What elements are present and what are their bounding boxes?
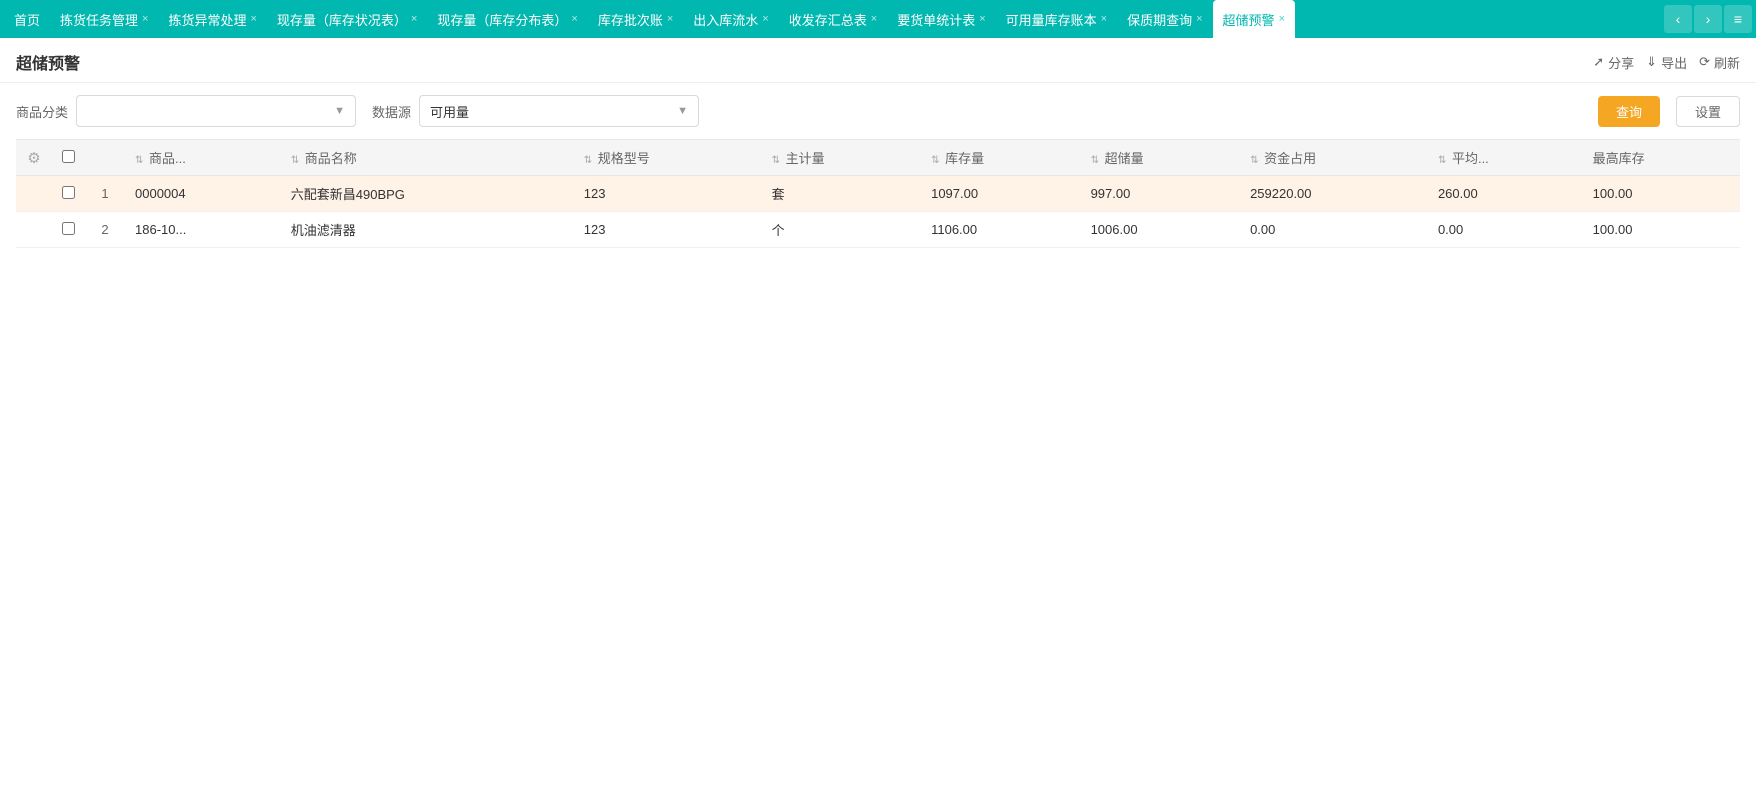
- nav-item-3[interactable]: 现存量（库存状况表） ×: [267, 0, 427, 38]
- refresh-icon: ⟳: [1699, 54, 1710, 70]
- row-num: 1: [85, 176, 125, 212]
- cell-over-stock: 997.00: [1081, 176, 1240, 212]
- col-stock[interactable]: 库存量: [921, 140, 1080, 176]
- close-tab-11[interactable]: ×: [1279, 13, 1285, 25]
- close-tab-1[interactable]: ×: [142, 13, 148, 25]
- nav-item-1[interactable]: 拣货任务管理 ×: [50, 0, 158, 38]
- chevron-down-icon: ▼: [334, 105, 345, 117]
- datasource-filter-group: 数据源 可用量 ▼: [372, 95, 699, 127]
- col-product-name[interactable]: 商品名称: [281, 140, 574, 176]
- page-header: 超储预警 ➚ 分享 ⇓ 导出 ⟳ 刷新: [0, 38, 1756, 83]
- nav-arrows: ‹ › ≡: [1662, 5, 1752, 33]
- page-title: 超储预警: [16, 50, 80, 74]
- row-checkbox-1[interactable]: [62, 222, 75, 235]
- nav-item-11-active[interactable]: 超储预警 ×: [1213, 0, 1295, 38]
- datasource-label: 数据源: [372, 102, 411, 121]
- datasource-select[interactable]: 可用量 ▼: [419, 95, 699, 127]
- export-button[interactable]: ⇓ 导出: [1646, 53, 1687, 72]
- nav-item-2[interactable]: 拣货异常处理 ×: [158, 0, 266, 38]
- nav-item-10[interactable]: 保质期查询 ×: [1117, 0, 1212, 38]
- category-select[interactable]: ▼: [76, 95, 356, 127]
- close-tab-5[interactable]: ×: [667, 13, 673, 25]
- checkbox-header: [52, 140, 85, 176]
- query-button[interactable]: 查询: [1598, 96, 1660, 127]
- top-navigation: 首页 拣货任务管理 × 拣货异常处理 × 现存量（库存状况表） × 现存量（库存…: [0, 0, 1756, 38]
- refresh-button[interactable]: ⟳ 刷新: [1699, 53, 1740, 72]
- cell-product-code: 0000004: [125, 176, 281, 212]
- row-gear-cell: [16, 176, 52, 212]
- cell-max-stock: 100.00: [1583, 176, 1740, 212]
- category-filter-group: 商品分类 ▼: [16, 95, 356, 127]
- nav-item-7[interactable]: 收发存汇总表 ×: [779, 0, 887, 38]
- select-all-checkbox[interactable]: [62, 150, 75, 163]
- export-icon: ⇓: [1646, 54, 1657, 70]
- data-table: ⚙ 商品... 商品名称 规格型号 主计量: [16, 139, 1740, 248]
- nav-item-8[interactable]: 要货单统计表 ×: [887, 0, 995, 38]
- cell-unit: 套: [762, 176, 921, 212]
- cell-product-code: 186-10...: [125, 212, 281, 248]
- close-tab-9[interactable]: ×: [1101, 13, 1107, 25]
- close-tab-3[interactable]: ×: [411, 13, 417, 25]
- col-capital-used[interactable]: 资金占用: [1240, 140, 1428, 176]
- close-tab-10[interactable]: ×: [1196, 13, 1202, 25]
- cell-stock: 1097.00: [921, 176, 1080, 212]
- col-over-stock[interactable]: 超储量: [1081, 140, 1240, 176]
- row-checkbox-cell[interactable]: [52, 212, 85, 248]
- row-checkbox-cell[interactable]: [52, 176, 85, 212]
- cell-spec: 123: [574, 212, 762, 248]
- cell-avg: 0.00: [1428, 212, 1583, 248]
- table-row: 1 0000004 六配套新昌490BPG 123 套 1097.00 997.…: [16, 176, 1740, 212]
- table-row: 2 186-10... 机油滤清器 123 个 1106.00 1006.00 …: [16, 212, 1740, 248]
- cell-product-name: 六配套新昌490BPG: [281, 176, 574, 212]
- close-tab-7[interactable]: ×: [871, 13, 877, 25]
- col-max-stock: 最高库存: [1583, 140, 1740, 176]
- col-unit[interactable]: 主计量: [762, 140, 921, 176]
- table-header-row: ⚙ 商品... 商品名称 规格型号 主计量: [16, 140, 1740, 176]
- cell-over-stock: 1006.00: [1081, 212, 1240, 248]
- nav-item-4[interactable]: 现存量（库存分布表） ×: [427, 0, 587, 38]
- table-container: ⚙ 商品... 商品名称 规格型号 主计量: [0, 139, 1756, 248]
- nav-next-btn[interactable]: ›: [1694, 5, 1722, 33]
- nav-item-home[interactable]: 首页: [4, 0, 50, 38]
- cell-capital-used: 259220.00: [1240, 176, 1428, 212]
- nav-item-9[interactable]: 可用量库存账本 ×: [996, 0, 1117, 38]
- settings-button[interactable]: 设置: [1676, 96, 1740, 127]
- filter-bar: 商品分类 ▼ 数据源 可用量 ▼ 查询 设置: [0, 83, 1756, 139]
- chevron-down-icon-2: ▼: [677, 105, 688, 117]
- datasource-select-value: 可用量: [430, 102, 469, 121]
- gear-icon[interactable]: ⚙: [27, 150, 40, 167]
- rownum-header: [85, 140, 125, 176]
- share-button[interactable]: ➚ 分享: [1593, 53, 1634, 72]
- nav-item-6[interactable]: 出入库流水 ×: [683, 0, 778, 38]
- category-label: 商品分类: [16, 102, 68, 121]
- col-spec[interactable]: 规格型号: [574, 140, 762, 176]
- header-actions: ➚ 分享 ⇓ 导出 ⟳ 刷新: [1593, 53, 1740, 72]
- share-icon: ➚: [1593, 54, 1604, 70]
- close-tab-8[interactable]: ×: [979, 13, 985, 25]
- close-tab-6[interactable]: ×: [762, 13, 768, 25]
- cell-stock: 1106.00: [921, 212, 1080, 248]
- cell-avg: 260.00: [1428, 176, 1583, 212]
- nav-prev-btn[interactable]: ‹: [1664, 5, 1692, 33]
- row-checkbox-0[interactable]: [62, 186, 75, 199]
- cell-capital-used: 0.00: [1240, 212, 1428, 248]
- nav-more-btn[interactable]: ≡: [1724, 5, 1752, 33]
- gear-header: ⚙: [16, 140, 52, 176]
- close-tab-4[interactable]: ×: [571, 13, 577, 25]
- col-product-code[interactable]: 商品...: [125, 140, 281, 176]
- row-gear-cell: [16, 212, 52, 248]
- row-num: 2: [85, 212, 125, 248]
- cell-max-stock: 100.00: [1583, 212, 1740, 248]
- cell-unit: 个: [762, 212, 921, 248]
- col-avg[interactable]: 平均...: [1428, 140, 1583, 176]
- close-tab-2[interactable]: ×: [250, 13, 256, 25]
- cell-spec: 123: [574, 176, 762, 212]
- nav-item-5[interactable]: 库存批次账 ×: [588, 0, 683, 38]
- cell-product-name: 机油滤清器: [281, 212, 574, 248]
